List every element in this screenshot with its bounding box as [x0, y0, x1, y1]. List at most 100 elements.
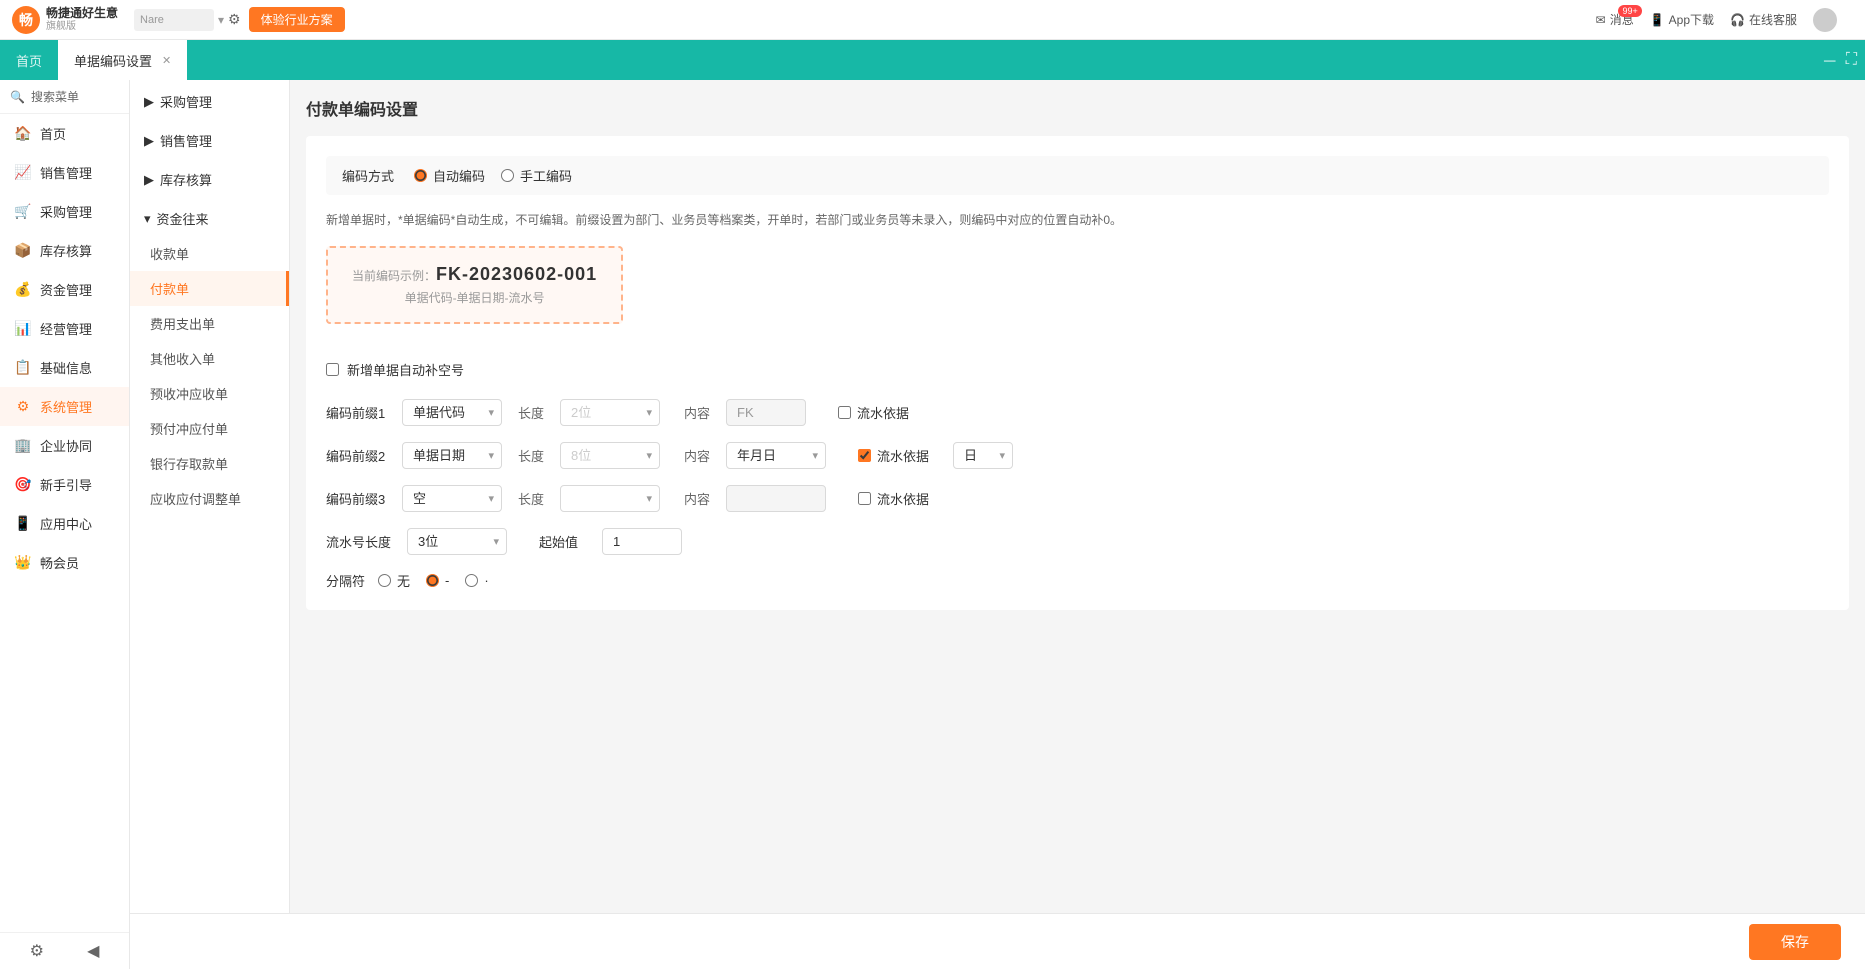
sep-none-input[interactable]: [378, 574, 391, 587]
group-finance-label: 资金往来: [157, 209, 209, 228]
sidebar-search[interactable]: 🔍 搜索菜单: [0, 80, 129, 114]
page-title: 付款单编码设置: [306, 96, 1849, 120]
sidebar-item-guide[interactable]: 🎯 新手引导: [0, 465, 129, 504]
encoding-radio-group: 自动编码 手工编码: [414, 166, 572, 185]
app-center-icon: 📱: [14, 515, 32, 533]
prefix2-content-label: 内容: [684, 446, 710, 465]
info-text: 新增单据时，*单据编码*自动生成，不可编辑。前缀设置为部门、业务员等档案类，开单…: [326, 211, 1829, 230]
auto-code-input[interactable]: [414, 169, 427, 182]
prefix1-content-input: [726, 399, 806, 426]
second-sidebar-item-other-income[interactable]: 其他收入单: [130, 341, 289, 376]
logo-text: 畅捷通好生意 旗舰版: [46, 6, 118, 32]
prefix2-length-label: 长度: [518, 446, 544, 465]
sidebar-item-operations[interactable]: 📊 经营管理: [0, 309, 129, 348]
tab-close-icon[interactable]: ✕: [162, 54, 171, 67]
tab-home[interactable]: 首页: [0, 40, 58, 80]
sidebar-item-app-center-label: 应用中心: [40, 514, 92, 533]
sep-dot-input[interactable]: [465, 574, 478, 587]
auto-code-radio[interactable]: 自动编码: [414, 166, 485, 185]
sidebar-settings-icon[interactable]: ⚙: [30, 941, 44, 961]
tab-maximize-icon[interactable]: ⛶: [1846, 51, 1857, 69]
prefix3-stream-checkbox[interactable]: [858, 492, 871, 505]
prefix2-stream-label[interactable]: 流水依据: [858, 446, 929, 465]
prefix1-stream-checkbox[interactable]: [838, 406, 851, 419]
manual-code-radio[interactable]: 手工编码: [501, 166, 572, 185]
group-sales-chevron: ▶: [144, 133, 154, 149]
prefix1-select[interactable]: 单据代码: [402, 399, 502, 426]
account-selector[interactable]: Nare: [134, 9, 214, 31]
serial-row: 流水号长度 3位 起始值: [326, 528, 1829, 555]
separator-label: 分隔符: [326, 571, 366, 590]
save-button[interactable]: 保存: [1749, 924, 1841, 960]
sidebar-item-purchase-label: 采购管理: [40, 202, 92, 221]
sep-dash-input[interactable]: [426, 574, 439, 587]
prefix1-length-label: 长度: [518, 403, 544, 422]
group-sales-header[interactable]: ▶ 销售管理: [130, 123, 289, 158]
second-sidebar-item-adjust[interactable]: 应收应付调整单: [130, 481, 289, 516]
second-sidebar-item-expense[interactable]: 费用支出单: [130, 306, 289, 341]
sidebar-item-app-center[interactable]: 📱 应用中心: [0, 504, 129, 543]
sep-none-radio[interactable]: 无: [378, 571, 410, 590]
header-right: ✉ 消息 99+ 📱 App下载 🎧 在线客服: [1596, 8, 1853, 32]
message-icon-item[interactable]: ✉ 消息 99+: [1596, 11, 1634, 28]
prefix3-select[interactable]: 空: [402, 485, 502, 512]
prefix2-period-select[interactable]: 日: [953, 442, 1013, 469]
sidebar-item-system[interactable]: ⚙ 系统管理: [0, 387, 129, 426]
prefix1-content-label: 内容: [684, 403, 710, 422]
prefix2-length-select[interactable]: 8位: [560, 442, 660, 469]
start-value-input[interactable]: [602, 528, 682, 555]
prefix-row-2: 编码前缀2 单据日期 长度 8位 内容 年月日: [326, 442, 1829, 469]
enterprise-icon: 🏢: [14, 437, 32, 455]
tab-encoding-settings[interactable]: 单据编码设置 ✕: [58, 40, 187, 80]
main-layout: 🔍 搜索菜单 🏠 首页 📈 销售管理 🛒 采购管理 📦 库存核算 💰 资金管理 …: [0, 80, 1865, 969]
chevron-down-icon[interactable]: ▾: [218, 13, 224, 27]
sidebar-item-sales[interactable]: 📈 销售管理: [0, 153, 129, 192]
sidebar-item-inventory-label: 库存核算: [40, 241, 92, 260]
sidebar-item-enterprise-label: 企业协同: [40, 436, 92, 455]
prefix2-label: 编码前缀2: [326, 446, 386, 465]
sidebar-item-enterprise[interactable]: 🏢 企业协同: [0, 426, 129, 465]
second-sidebar-item-receipt[interactable]: 收款单: [130, 236, 289, 271]
sidebar-item-purchase[interactable]: 🛒 采购管理: [0, 192, 129, 231]
group-inventory-header[interactable]: ▶ 库存核算: [130, 162, 289, 197]
serial-length-select[interactable]: 3位: [407, 528, 507, 555]
experience-button[interactable]: 体验行业方案: [249, 7, 345, 32]
settings-icon[interactable]: ⚙: [228, 11, 241, 28]
user-avatar[interactable]: [1813, 8, 1837, 32]
group-finance-header[interactable]: ▾ 资金往来: [130, 201, 289, 236]
sep-dash-radio[interactable]: -: [426, 573, 449, 588]
auto-fill-checkbox[interactable]: [326, 363, 339, 376]
sidebar-collapse-icon[interactable]: ◀: [87, 941, 99, 961]
prefix2-content-select[interactable]: 年月日: [726, 442, 826, 469]
prefix3-stream-label[interactable]: 流水依据: [858, 489, 929, 508]
prefix3-length-select[interactable]: [560, 485, 660, 512]
prefix3-select-wrapper: 空: [402, 485, 502, 512]
sidebar-item-finance[interactable]: 💰 资金管理: [0, 270, 129, 309]
prefix2-select[interactable]: 单据日期: [402, 442, 502, 469]
app-download-item[interactable]: 📱 App下载: [1650, 11, 1714, 28]
group-purchase-header[interactable]: ▶ 采购管理: [130, 84, 289, 119]
sidebar-item-home[interactable]: 🏠 首页: [0, 114, 129, 153]
second-sidebar-item-prepay-receivable[interactable]: 预收冲应收单: [130, 376, 289, 411]
serial-length-label: 流水号长度: [326, 532, 391, 551]
group-sales-label: 销售管理: [160, 131, 212, 150]
sep-dot-radio[interactable]: ·: [465, 573, 488, 588]
second-sidebar-item-prepay-payable[interactable]: 预付冲应付单: [130, 411, 289, 446]
second-sidebar-item-bank[interactable]: 银行存取款单: [130, 446, 289, 481]
prefix1-stream-text: 流水依据: [857, 403, 909, 422]
sidebar-item-member[interactable]: 👑 畅会员: [0, 543, 129, 582]
sidebar-item-guide-label: 新手引导: [40, 475, 92, 494]
online-service-item[interactable]: 🎧 在线客服: [1730, 11, 1797, 28]
sidebar-item-basic[interactable]: 📋 基础信息: [0, 348, 129, 387]
basic-icon: 📋: [14, 359, 32, 377]
sidebar-item-inventory[interactable]: 📦 库存核算: [0, 231, 129, 270]
second-sidebar-item-payment[interactable]: 付款单: [130, 271, 289, 306]
prefix2-stream-checkbox[interactable]: [858, 449, 871, 462]
manual-code-input[interactable]: [501, 169, 514, 182]
sidebar-search-label: 搜索菜单: [31, 88, 79, 105]
prefix2-content-select-wrapper: 年月日: [726, 442, 826, 469]
search-icon: 🔍: [10, 90, 25, 104]
tab-minimize-icon[interactable]: －: [1822, 48, 1838, 72]
prefix1-stream-label[interactable]: 流水依据: [838, 403, 909, 422]
prefix1-length-select[interactable]: 2位: [560, 399, 660, 426]
